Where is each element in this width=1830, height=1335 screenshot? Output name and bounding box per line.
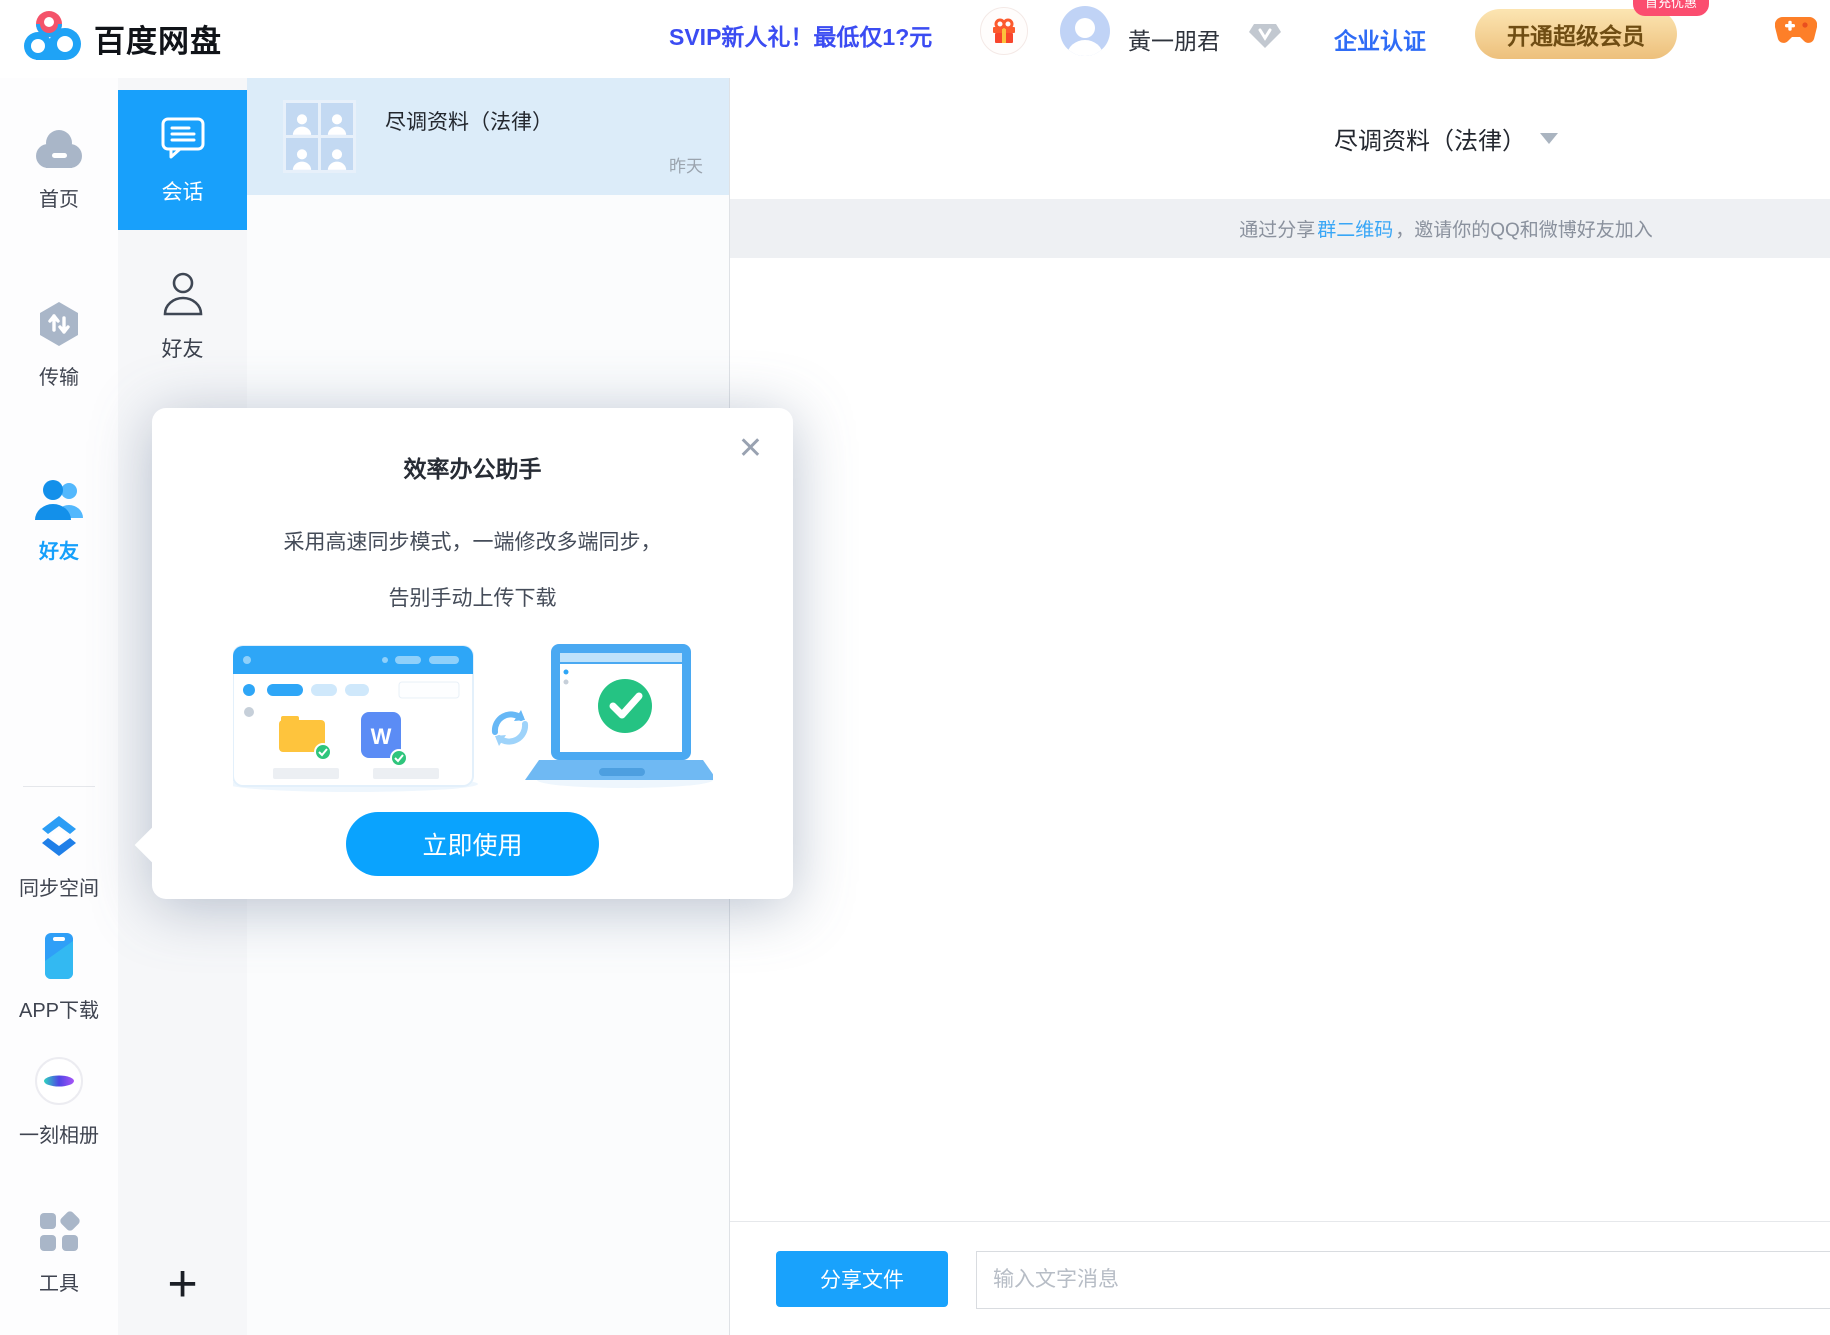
sidebar-item-friends[interactable]: 好友 (33, 478, 85, 564)
sidebar-item-label: APP下载 (18, 1000, 100, 1022)
svg-text:W: W (370, 724, 391, 749)
enterprise-verify-link[interactable]: 企业认证 (1334, 22, 1426, 56)
sidebar-item-photos[interactable]: 一刻相册 (19, 1056, 99, 1148)
notice-text: 通过分享 (1239, 220, 1316, 241)
svip-promo-link[interactable]: SVIP新人礼！最低仅1?元 (669, 18, 932, 52)
sidebar-item-label: 工具 (39, 1273, 79, 1295)
sidebar-item-label: 传输 (39, 367, 79, 389)
popup-description-line2: 告别手动上传下载 (388, 587, 557, 610)
app-window-graphic: W (232, 645, 474, 787)
logo-text: 百度网盘 (94, 24, 222, 59)
notice-text: ，邀请你的QQ和微博好友加入 (1395, 220, 1653, 241)
use-now-button[interactable]: 立即使用 (346, 812, 599, 876)
chat-bubble-icon (159, 115, 207, 166)
sidebar-divider (23, 786, 95, 787)
svip-level-badge-icon[interactable] (1248, 20, 1282, 52)
main-sidebar: 首页 传输 好友 同步空间 APP下载 一刻相册 工具 (0, 78, 118, 1335)
sidebar-item-tools[interactable]: 工具 (37, 1210, 81, 1296)
group-member-avatar-icon (286, 103, 318, 135)
chevron-down-icon[interactable] (1540, 133, 1558, 144)
add-conversation-button[interactable]: + (118, 1258, 247, 1310)
conversation-timestamp: 昨天 (669, 157, 703, 176)
sidebar-item-transfer[interactable]: 传输 (35, 300, 83, 390)
group-qrcode-link[interactable]: 群二维码 (1317, 215, 1393, 242)
sidebar-item-label: 一刻相册 (19, 1125, 99, 1147)
conversation-title: 尽调资料（法律） (385, 111, 553, 134)
group-invite-notice: 通过分享 群二维码 ，邀请你的QQ和微博好友加入 (730, 199, 1830, 258)
tools-icon (37, 1210, 81, 1259)
tab-conversations[interactable]: 会话 (118, 90, 247, 230)
message-input[interactable] (976, 1251, 1830, 1309)
group-member-avatar-icon (321, 103, 353, 135)
chat-header: 尽调资料（法律） (730, 78, 1830, 199)
person-outline-icon (160, 270, 206, 323)
chat-title: 尽调资料（法律） (1334, 128, 1526, 155)
laptop-graphic (524, 644, 713, 780)
first-charge-badge: 首充优惠 (1633, 0, 1710, 16)
sidebar-item-label: 首页 (39, 189, 79, 211)
sync-illustration: W (152, 640, 793, 792)
username[interactable]: 黃一朋君 (1128, 22, 1220, 56)
gift-icon[interactable] (980, 7, 1028, 55)
cloud-home-icon (33, 126, 85, 175)
photos-icon (34, 1056, 84, 1111)
app-logo: 百度网盘 (22, 8, 222, 69)
sidebar-item-app-download[interactable]: APP下载 (19, 931, 99, 1023)
tab-label: 会话 (161, 181, 204, 204)
group-member-avatar-icon (321, 138, 353, 170)
sidebar-item-sync-space[interactable]: 同步空间 (19, 813, 99, 901)
tab-friends[interactable]: 好友 (118, 270, 247, 363)
friends-icon (33, 478, 85, 527)
share-file-button[interactable]: 分享文件 (776, 1251, 948, 1307)
sidebar-item-label: 同步空间 (19, 878, 99, 900)
game-center-icon[interactable] (1774, 8, 1818, 52)
baidu-netdisk-window: 百度网盘 SVIP新人礼！最低仅1?元 黃一朋君 企业认证 开通超级会员 首充优… (0, 0, 1830, 1335)
app-download-icon (40, 931, 78, 986)
transfer-icon (35, 300, 83, 353)
user-avatar[interactable] (1060, 6, 1110, 56)
chat-area: 尽调资料（法律） 通过分享 群二维码 ，邀请你的QQ和微博好友加入 分享文件 (730, 78, 1830, 1335)
message-input-area: 分享文件 (730, 1221, 1830, 1335)
open-svip-button[interactable]: 开通超级会员 (1475, 9, 1677, 59)
sync-arrows-icon (491, 710, 528, 746)
group-avatar (283, 100, 356, 173)
popup-description-line1: 采用高速同步模式，一端修改多端同步， (283, 531, 662, 554)
sync-space-icon (36, 813, 82, 864)
group-member-avatar-icon (286, 138, 318, 170)
office-assistant-popup: ✕ 效率办公助手 采用高速同步模式，一端修改多端同步， 告别手动上传下载 W 立… (134, 408, 793, 899)
close-icon[interactable]: ✕ (738, 434, 763, 464)
tab-label: 好友 (161, 338, 204, 361)
conversation-item-selected[interactable]: 尽调资料（法律） 昨天 (247, 78, 729, 195)
netdisk-logo-icon (22, 8, 82, 69)
message-history (730, 258, 1830, 1221)
top-bar: 百度网盘 SVIP新人礼！最低仅1?元 黃一朋君 企业认证 开通超级会员 首充优… (0, 0, 1830, 78)
popup-title: 效率办公助手 (403, 456, 542, 482)
sidebar-item-label: 好友 (39, 541, 79, 563)
sidebar-item-home[interactable]: 首页 (33, 126, 85, 212)
